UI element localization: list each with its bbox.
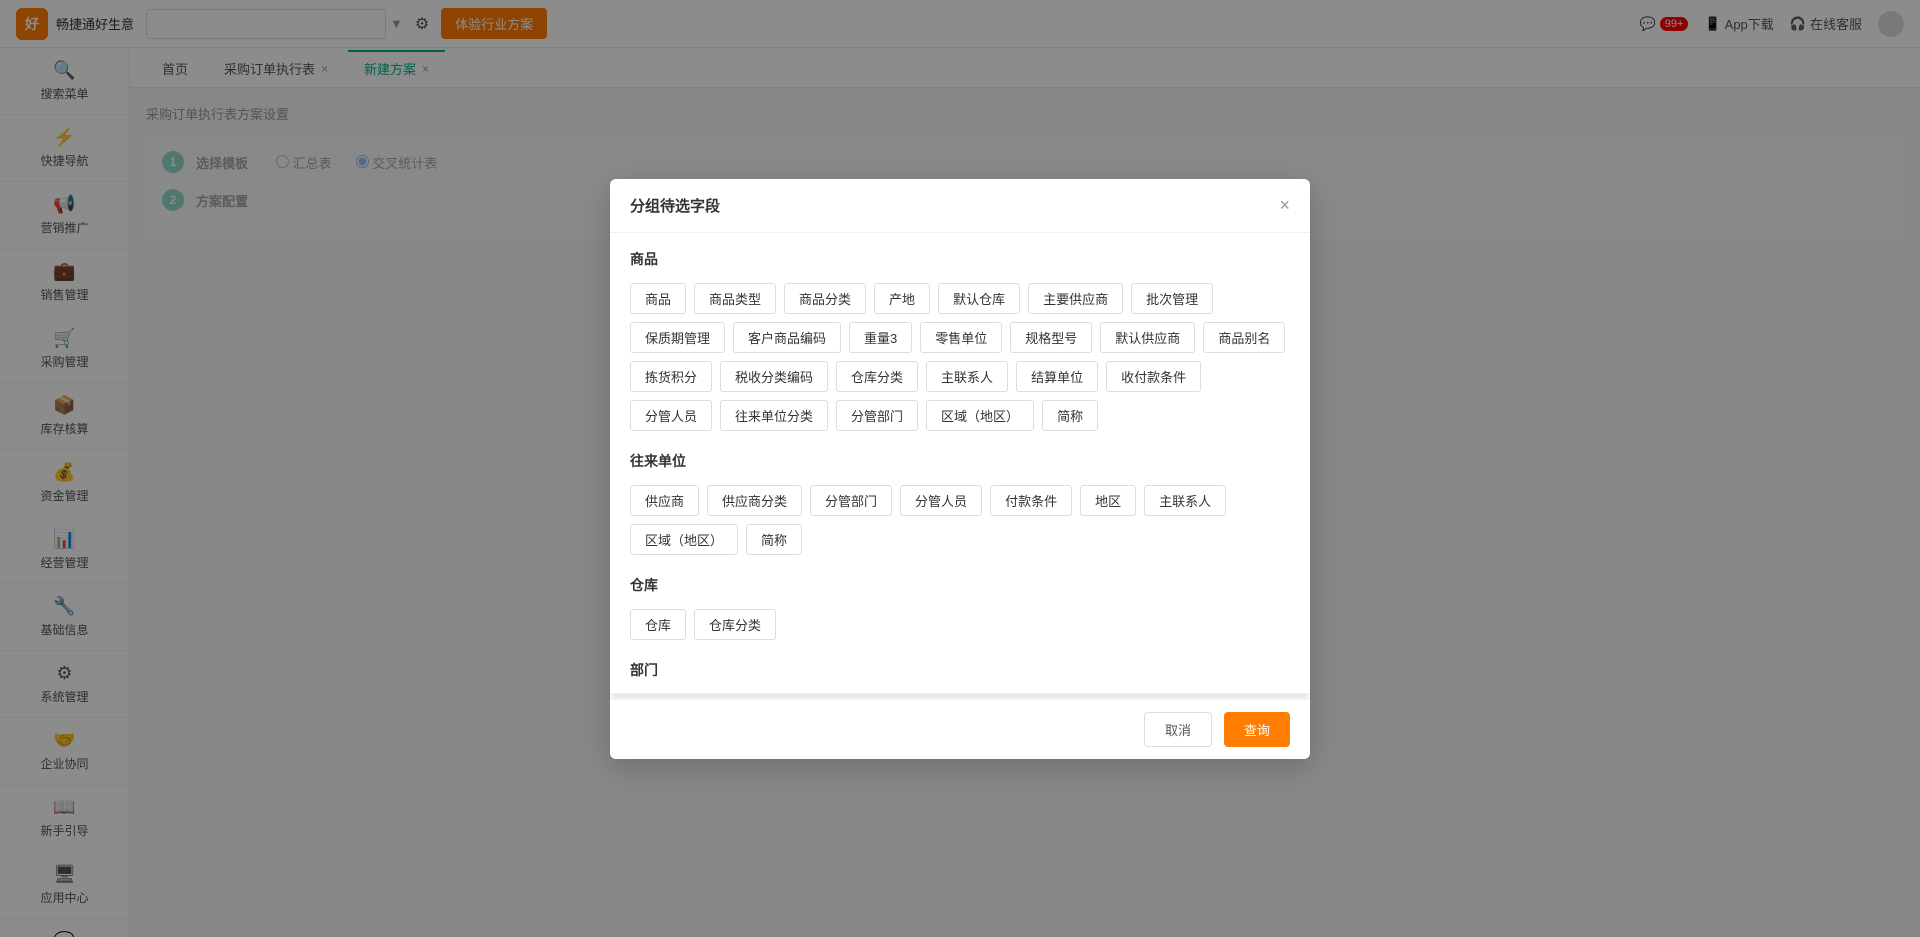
field-tag-分管部门[interactable]: 分管部门 [810, 485, 892, 516]
field-tag-重量3[interactable]: 重量3 [849, 322, 912, 353]
section-warehouse: 仓库仓库仓库分类 [630, 575, 1290, 640]
field-tag-商品别名[interactable]: 商品别名 [1203, 322, 1285, 353]
section-goods: 商品商品商品类型商品分类产地默认仓库主要供应商批次管理保质期管理客户商品编码重量… [630, 249, 1290, 431]
field-tag-客户商品编码[interactable]: 客户商品编码 [733, 322, 841, 353]
field-tag-简称[interactable]: 简称 [746, 524, 802, 555]
field-tag-主要供应商[interactable]: 主要供应商 [1028, 283, 1123, 314]
field-tag-商品分类[interactable]: 商品分类 [784, 283, 866, 314]
field-tag-默认仓库[interactable]: 默认仓库 [938, 283, 1020, 314]
modal-body: 商品商品商品类型商品分类产地默认仓库主要供应商批次管理保质期管理客户商品编码重量… [610, 233, 1310, 694]
modal-header: 分组待选字段 × [610, 179, 1310, 233]
field-tag-分管人员[interactable]: 分管人员 [630, 400, 712, 431]
modal-title: 分组待选字段 [630, 195, 720, 216]
field-tag-主联系人[interactable]: 主联系人 [1144, 485, 1226, 516]
field-tag-零售单位[interactable]: 零售单位 [920, 322, 1002, 353]
field-tag-简称[interactable]: 简称 [1042, 400, 1098, 431]
field-tag-仓库分类[interactable]: 仓库分类 [836, 361, 918, 392]
field-tag-付款条件[interactable]: 付款条件 [990, 485, 1072, 516]
section-title-goods: 商品 [630, 249, 1290, 273]
modal-footer: 取消 查询 [610, 699, 1310, 759]
fields-grid-counterparty: 供应商供应商分类分管部门分管人员付款条件地区主联系人区域（地区） 简称 [630, 485, 1290, 555]
field-tag-产地[interactable]: 产地 [874, 283, 930, 314]
modal-close-btn[interactable]: × [1279, 196, 1290, 214]
field-tag-往来单位分类[interactable]: 往来单位分类 [720, 400, 828, 431]
cancel-btn[interactable]: 取消 [1144, 712, 1212, 747]
field-tag-商品[interactable]: 商品 [630, 283, 686, 314]
field-tag-区域（地区）[interactable]: 区域（地区） [926, 400, 1034, 431]
field-tag-商品类型[interactable]: 商品类型 [694, 283, 776, 314]
field-tag-仓库分类[interactable]: 仓库分类 [694, 609, 776, 640]
fields-grid-goods: 商品商品类型商品分类产地默认仓库主要供应商批次管理保质期管理客户商品编码重量3 零… [630, 283, 1290, 431]
field-tag-规格型号[interactable]: 规格型号 [1010, 322, 1092, 353]
field-tag-保质期管理[interactable]: 保质期管理 [630, 322, 725, 353]
modal-overlay: 分组待选字段 × 商品商品商品类型商品分类产地默认仓库主要供应商批次管理保质期管… [0, 0, 1920, 937]
section-title-warehouse: 仓库 [630, 575, 1290, 599]
field-tag-供应商[interactable]: 供应商 [630, 485, 699, 516]
field-tag-仓库[interactable]: 仓库 [630, 609, 686, 640]
field-tag-税收分类编码[interactable]: 税收分类编码 [720, 361, 828, 392]
section-counterparty: 往来单位供应商供应商分类分管部门分管人员付款条件地区主联系人区域（地区） 简称 [630, 451, 1290, 555]
section-title-counterparty: 往来单位 [630, 451, 1290, 475]
field-tag-区域（地区）[interactable]: 区域（地区） [630, 524, 738, 555]
section-department: 部门部门 [630, 660, 1290, 694]
field-tag-分管人员[interactable]: 分管人员 [900, 485, 982, 516]
field-tag-地区[interactable]: 地区 [1080, 485, 1136, 516]
confirm-btn[interactable]: 查询 [1224, 712, 1290, 747]
field-tag-分管部门[interactable]: 分管部门 [836, 400, 918, 431]
field-tag-主联系人[interactable]: 主联系人 [926, 361, 1008, 392]
fields-grid-warehouse: 仓库仓库分类 [630, 609, 1290, 640]
field-tag-批次管理[interactable]: 批次管理 [1131, 283, 1213, 314]
field-select-modal: 分组待选字段 × 商品商品商品类型商品分类产地默认仓库主要供应商批次管理保质期管… [610, 179, 1310, 759]
field-tag-收付款条件[interactable]: 收付款条件 [1106, 361, 1201, 392]
field-tag-拣货积分[interactable]: 拣货积分 [630, 361, 712, 392]
field-tag-结算单位[interactable]: 结算单位 [1016, 361, 1098, 392]
field-tag-供应商分类[interactable]: 供应商分类 [707, 485, 802, 516]
section-title-department: 部门 [630, 660, 1290, 684]
field-tag-默认供应商[interactable]: 默认供应商 [1100, 322, 1195, 353]
